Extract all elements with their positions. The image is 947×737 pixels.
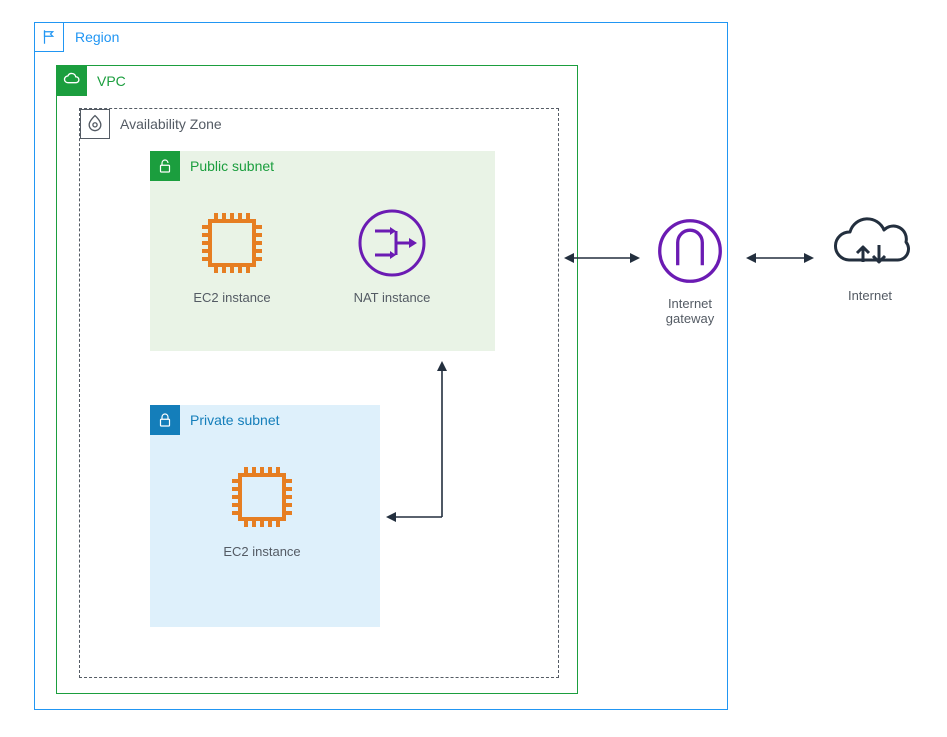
internet: Internet bbox=[820, 214, 920, 303]
internet-gateway-icon bbox=[655, 216, 725, 286]
nat-icon bbox=[355, 206, 429, 280]
arrow-private-to-nat bbox=[382, 357, 462, 557]
vpc-icon bbox=[57, 66, 87, 96]
ec2-instance-private: EC2 instance bbox=[202, 460, 322, 559]
ec2-icon bbox=[225, 460, 299, 534]
private-subnet-label: Private subnet bbox=[190, 412, 280, 428]
ec2-instance-public-label: EC2 instance bbox=[193, 290, 270, 305]
ec2-icon bbox=[195, 206, 269, 280]
internet-gateway: Internet gateway bbox=[640, 216, 740, 326]
arrow-igw-to-internet bbox=[744, 248, 816, 268]
internet-label: Internet bbox=[848, 288, 892, 303]
public-subnet-label: Public subnet bbox=[190, 158, 274, 174]
private-subnet-box: Private subnet EC2 instance bbox=[150, 405, 380, 627]
region-icon bbox=[34, 22, 64, 52]
availability-zone-box: Availability Zone Public subnet bbox=[79, 108, 559, 678]
region-label: Region bbox=[75, 29, 119, 45]
ec2-instance-private-label: EC2 instance bbox=[223, 544, 300, 559]
private-subnet-icon bbox=[150, 405, 180, 435]
arrow-vpc-to-igw bbox=[562, 248, 642, 268]
nat-instance: NAT instance bbox=[332, 206, 452, 305]
nat-instance-label: NAT instance bbox=[354, 290, 431, 305]
region-box: Region VPC Availability Zone bbox=[34, 22, 728, 710]
availability-zone-label: Availability Zone bbox=[120, 116, 222, 132]
availability-zone-icon bbox=[80, 109, 110, 139]
ec2-instance-public: EC2 instance bbox=[172, 206, 292, 305]
internet-gateway-label: Internet gateway bbox=[666, 296, 714, 326]
public-subnet-box: Public subnet bbox=[150, 151, 495, 351]
vpc-box: VPC Availability Zone Public subnet bbox=[56, 65, 578, 694]
public-subnet-icon bbox=[150, 151, 180, 181]
vpc-label: VPC bbox=[97, 73, 126, 89]
cloud-icon bbox=[827, 214, 913, 278]
